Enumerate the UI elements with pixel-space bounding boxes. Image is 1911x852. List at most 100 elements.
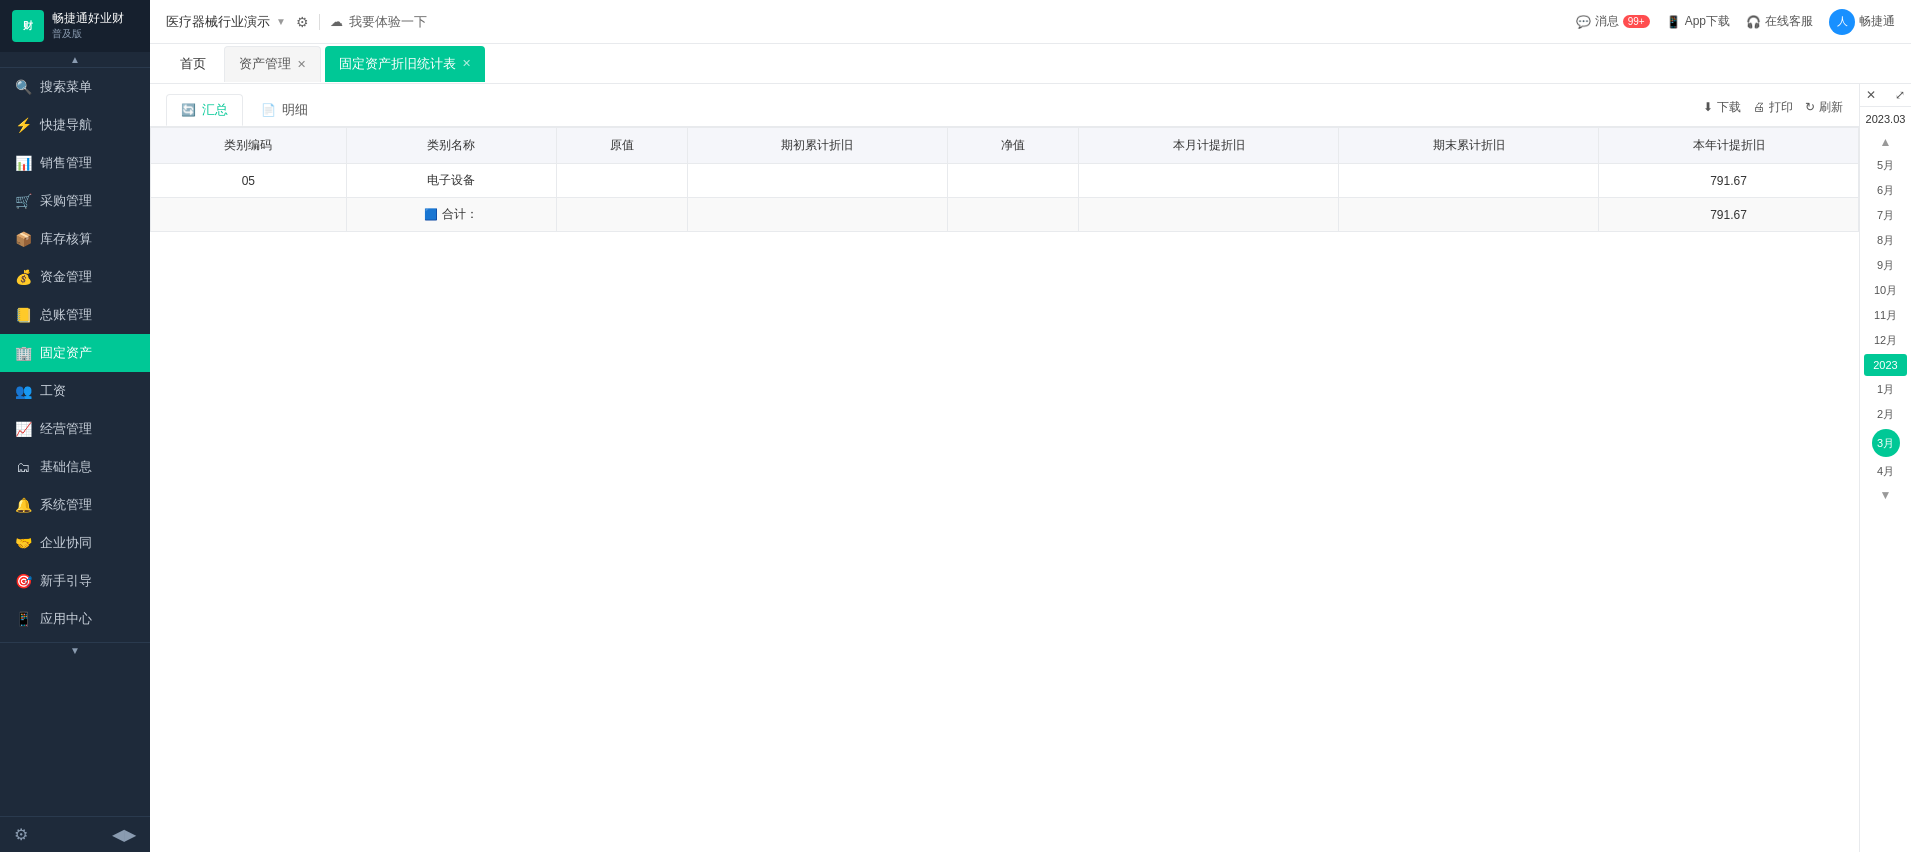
month-12[interactable]: 12月 xyxy=(1860,328,1911,353)
sum-monthly-depr xyxy=(1079,198,1339,232)
sidebar-item-guide[interactable]: 🎯 新手引导 xyxy=(0,562,150,600)
message-label: 消息 xyxy=(1595,13,1619,30)
sidebar-item-inventory[interactable]: 📦 库存核算 xyxy=(0,220,150,258)
sum-net-value xyxy=(947,198,1078,232)
refresh-btn[interactable]: ↻ 刷新 xyxy=(1805,99,1843,116)
logo-text: 畅捷通好业财 xyxy=(52,11,124,27)
sub-tabs-right: ⬇ 下载 🖨 打印 ↻ 刷新 xyxy=(1703,99,1843,122)
company-dropdown-icon: ▼ xyxy=(276,16,286,27)
basicinfo-icon: 🗂 xyxy=(14,459,32,475)
sidebar-scroll-up[interactable]: ▲ xyxy=(70,54,80,65)
month-4[interactable]: 4月 xyxy=(1860,459,1911,484)
month-7[interactable]: 7月 xyxy=(1860,203,1911,228)
month-11[interactable]: 11月 xyxy=(1860,303,1911,328)
company-selector[interactable]: 医疗器械行业演示 ▼ xyxy=(166,13,286,31)
col-header-monthly-depr: 本月计提折旧 xyxy=(1079,128,1339,164)
tab-home-label: 首页 xyxy=(180,55,206,73)
depreciation-table: 类别编码 类别名称 原值 期初累计折旧 净值 本月计提折旧 期末累计折旧 本年计… xyxy=(150,127,1859,232)
month-6[interactable]: 6月 xyxy=(1860,178,1911,203)
month-8[interactable]: 8月 xyxy=(1860,228,1911,253)
content-area: 🔄 汇总 📄 明细 ⬇ 下载 🖨 打印 xyxy=(150,84,1911,852)
right-panel-expand-btn[interactable]: ⤢ xyxy=(1895,88,1905,102)
cell-code: 05 xyxy=(151,164,347,198)
purchase-icon: 🛒 xyxy=(14,193,32,209)
gear-button[interactable]: ⚙ xyxy=(296,14,309,30)
message-icon: 💬 xyxy=(1576,15,1591,29)
month-2[interactable]: 2月 xyxy=(1860,402,1911,427)
sidebar-item-funds[interactable]: 💰 资金管理 xyxy=(0,258,150,296)
month-1[interactable]: 1月 xyxy=(1860,377,1911,402)
sub-tab-detail-label: 明细 xyxy=(282,101,308,119)
sidebar-item-quicknav[interactable]: ⚡ 快捷导航 xyxy=(0,106,150,144)
user-menu[interactable]: 人 畅捷通 xyxy=(1829,9,1895,35)
cell-name: 电子设备 xyxy=(346,164,556,198)
sales-icon: 📊 xyxy=(14,155,32,171)
sub-tab-summary[interactable]: 🔄 汇总 xyxy=(166,94,243,126)
sidebar-item-label: 固定资产 xyxy=(40,344,92,362)
month-10[interactable]: 10月 xyxy=(1860,278,1911,303)
topbar-left: 医疗器械行业演示 ▼ ⚙ ☁ 我要体验一下 xyxy=(166,13,427,31)
summary-icon: 🔄 xyxy=(181,103,196,117)
sidebar-item-ledger[interactable]: 📒 总账管理 xyxy=(0,296,150,334)
download-btn[interactable]: ⬇ 下载 xyxy=(1703,99,1741,116)
sidebar-item-sysmanage[interactable]: 🔔 系统管理 xyxy=(0,486,150,524)
sidebar-item-fixedassets[interactable]: 🏢 固定资产 xyxy=(0,334,150,372)
sidebar-item-basicinfo[interactable]: 🗂 基础信息 xyxy=(0,448,150,486)
tab-asset-manage-close[interactable]: ✕ xyxy=(297,58,306,71)
col-header-net-value: 净值 xyxy=(947,128,1078,164)
sidebar-item-payroll[interactable]: 👥 工资 xyxy=(0,372,150,410)
sum-icon: 🟦 xyxy=(424,208,438,220)
main-content: 医疗器械行业演示 ▼ ⚙ ☁ 我要体验一下 💬 消息 99+ 📱 App下载 🎧 xyxy=(150,0,1911,852)
sum-annual-depr: 791.67 xyxy=(1599,198,1859,232)
tab-asset-manage[interactable]: 资产管理 ✕ xyxy=(224,46,321,82)
month-9[interactable]: 9月 xyxy=(1860,253,1911,278)
sidebar-item-label: 工资 xyxy=(40,382,66,400)
period-label: 2023.03 xyxy=(1862,107,1910,131)
company-name: 医疗器械行业演示 xyxy=(166,13,270,31)
sysmanage-icon: 🔔 xyxy=(14,497,32,513)
sidebar-item-cooperation[interactable]: 🤝 企业协同 xyxy=(0,524,150,562)
tab-home[interactable]: 首页 xyxy=(166,46,220,82)
topbar: 医疗器械行业演示 ▼ ⚙ ☁ 我要体验一下 💬 消息 99+ 📱 App下载 🎧 xyxy=(150,0,1911,44)
month-5[interactable]: 5月 xyxy=(1860,153,1911,178)
sidebar-item-appcenter[interactable]: 📱 应用中心 xyxy=(0,600,150,638)
app-download-btn[interactable]: 📱 App下载 xyxy=(1666,13,1730,30)
sub-tab-detail[interactable]: 📄 明细 xyxy=(247,94,322,126)
sidebar-scroll-down[interactable]: ▼ xyxy=(70,645,80,656)
print-btn[interactable]: 🖨 打印 xyxy=(1753,99,1793,116)
sidebar: 财 畅捷通好业财 普及版 ▲ 🔍 搜索菜单 ⚡ 快捷导航 📊 销售管理 🛒 采购… xyxy=(0,0,150,852)
app-download-icon: 📱 xyxy=(1666,15,1681,29)
right-panel-scroll-down[interactable]: ▼ xyxy=(1876,484,1896,506)
cell-monthly-depr xyxy=(1079,164,1339,198)
funds-icon: 💰 xyxy=(14,269,32,285)
sub-tabs: 🔄 汇总 📄 明细 ⬇ 下载 🖨 打印 xyxy=(150,84,1859,127)
month-3-selected[interactable]: 3月 xyxy=(1872,429,1900,457)
sidebar-item-label: 搜索菜单 xyxy=(40,78,92,96)
experience-btn[interactable]: ☁ 我要体验一下 xyxy=(330,13,427,31)
settings-icon[interactable]: ⚙ xyxy=(14,825,28,844)
tab-fixed-depreciation[interactable]: 固定资产折旧统计表 ✕ xyxy=(325,46,485,82)
sidebar-item-label: 基础信息 xyxy=(40,458,92,476)
sidebar-item-label: 资金管理 xyxy=(40,268,92,286)
sum-empty xyxy=(151,198,347,232)
sidebar-item-sales[interactable]: 📊 销售管理 xyxy=(0,144,150,182)
right-panel-scroll-up[interactable]: ▲ xyxy=(1876,131,1896,153)
sidebar-item-purchase[interactable]: 🛒 采购管理 xyxy=(0,182,150,220)
sidebar-item-label: 销售管理 xyxy=(40,154,92,172)
collapse-sidebar-icon[interactable]: ◀▶ xyxy=(112,825,136,844)
app-download-label: App下载 xyxy=(1685,13,1730,30)
tab-fixed-depreciation-close[interactable]: ✕ xyxy=(462,57,471,70)
customer-service-btn[interactable]: 🎧 在线客服 xyxy=(1746,13,1813,30)
sidebar-item-label: 应用中心 xyxy=(40,610,92,628)
sidebar-item-label: 总账管理 xyxy=(40,306,92,324)
right-panel-close-btn[interactable]: ✕ xyxy=(1866,88,1876,102)
cell-annual-depr: 791.67 xyxy=(1599,164,1859,198)
user-avatar: 人 xyxy=(1829,9,1855,35)
sidebar-item-search[interactable]: 🔍 搜索菜单 xyxy=(0,68,150,106)
sidebar-item-operations[interactable]: 📈 经营管理 xyxy=(0,410,150,448)
quicknav-icon: ⚡ xyxy=(14,117,32,133)
message-btn[interactable]: 💬 消息 99+ xyxy=(1576,13,1650,30)
fixedassets-icon: 🏢 xyxy=(14,345,32,361)
ledger-icon: 📒 xyxy=(14,307,32,323)
year-2023[interactable]: 2023 xyxy=(1864,354,1907,376)
